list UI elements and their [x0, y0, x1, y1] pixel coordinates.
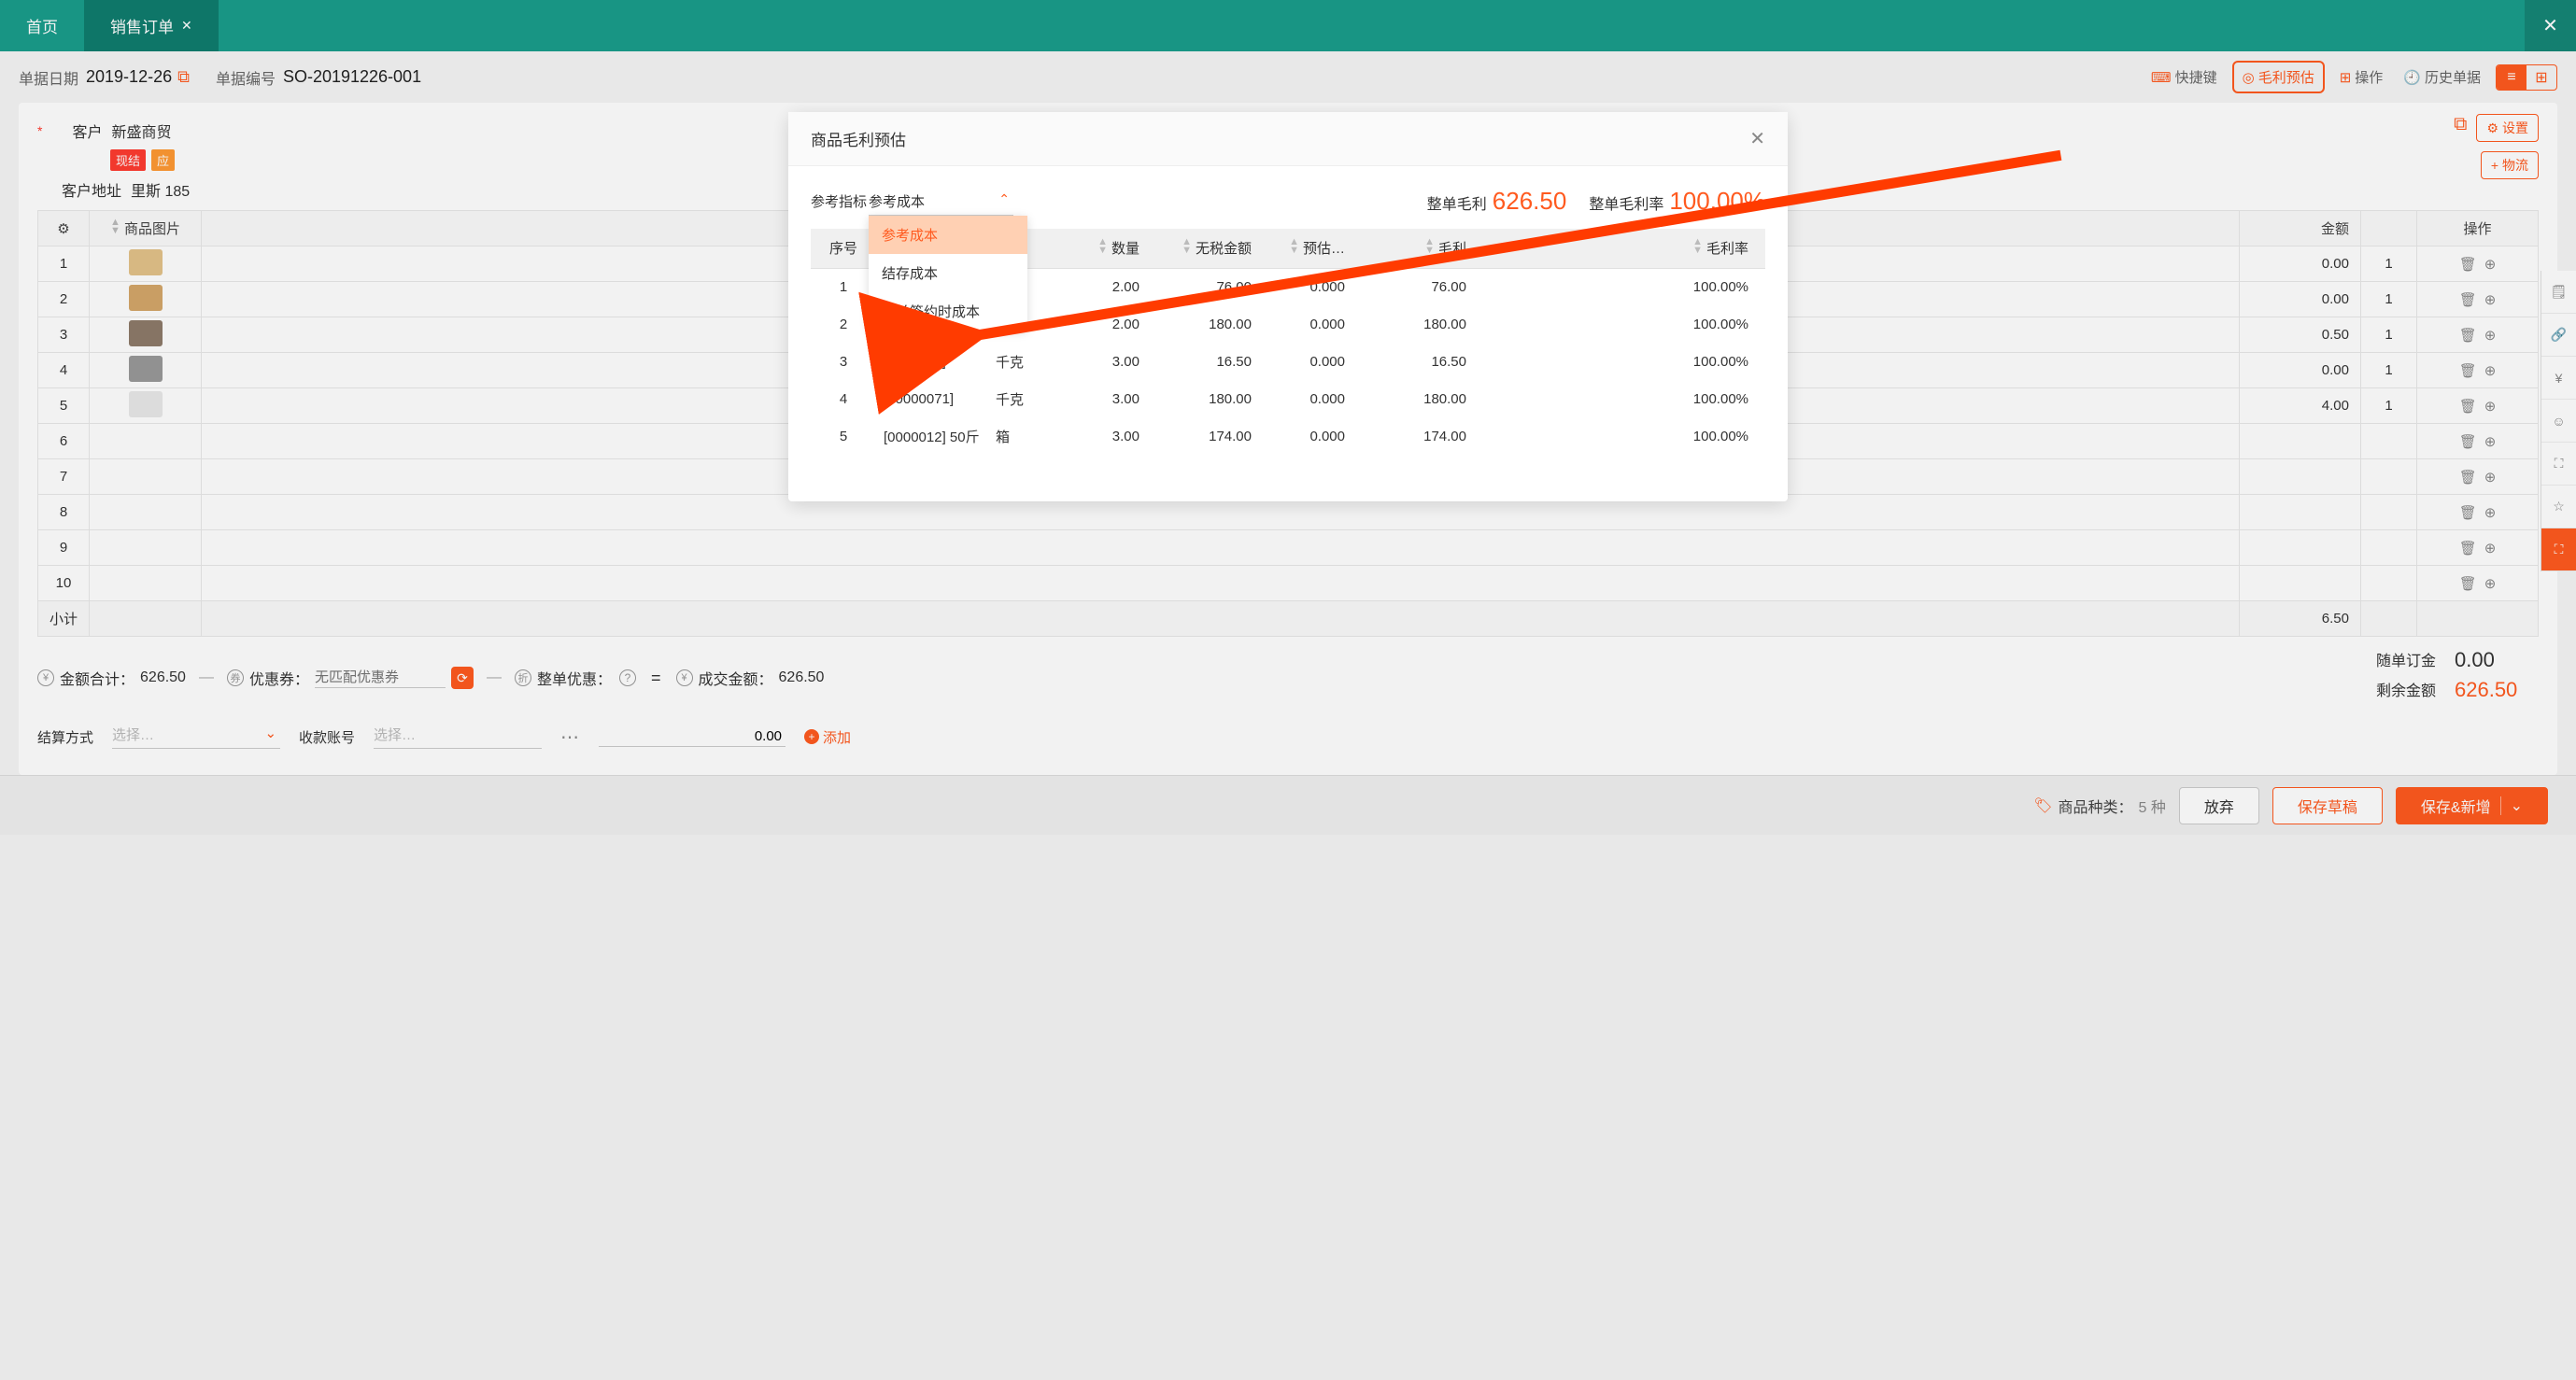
m-qty: 3.00: [1054, 343, 1156, 380]
m-est: 0.000: [1268, 343, 1362, 380]
total-rate-label: 整单毛利率: [1589, 197, 1663, 213]
m-idx: 2: [811, 305, 876, 343]
modal-backdrop[interactable]: 商品毛利预估 ✕ 参考指标 参考成本 ⌃ 参考成本 结存成本 订单签约时成本 整…: [0, 0, 2576, 1380]
m-est: 0.000: [1268, 305, 1362, 343]
m-name: [0000012] 50斤: [876, 417, 988, 455]
total-profit-value: 626.50: [1493, 187, 1567, 215]
sort-icon: [1289, 238, 1299, 255]
m-idx: 5: [811, 417, 876, 455]
table-row: 5[0000012] 50斤箱3.00174.000.000174.00100.…: [811, 417, 1765, 455]
m-amount: 16.50: [1156, 343, 1268, 380]
m-amount: 174.00: [1156, 417, 1268, 455]
dropdown-option[interactable]: 结存成本: [869, 254, 1027, 292]
total-profit-label: 整单毛利: [1427, 197, 1487, 213]
m-name: [0000007]: [876, 343, 988, 380]
m-rate: 100.00%: [1483, 305, 1765, 343]
m-profit: 180.00: [1362, 305, 1483, 343]
m-qty: 3.00: [1054, 380, 1156, 417]
m-profit: 180.00: [1362, 380, 1483, 417]
sort-icon: [1692, 238, 1703, 255]
sort-icon: [1424, 238, 1435, 255]
ref-indicator-dropdown: 参考成本 结存成本 订单签约时成本: [869, 216, 1027, 331]
m-rate: 100.00%: [1483, 268, 1765, 305]
m-idx: 1: [811, 268, 876, 305]
amount-header[interactable]: 无税金额: [1156, 229, 1268, 268]
m-profit: 16.50: [1362, 343, 1483, 380]
dropdown-option[interactable]: 订单签约时成本: [869, 292, 1027, 331]
m-est: 0.000: [1268, 268, 1362, 305]
m-profit: 174.00: [1362, 417, 1483, 455]
rate-header[interactable]: 毛利率: [1483, 229, 1765, 268]
m-rate: 100.00%: [1483, 417, 1765, 455]
chevron-up-icon: ⌃: [998, 191, 1010, 207]
m-unit: 箱: [988, 417, 1054, 455]
profit-modal: 商品毛利预估 ✕ 参考指标 参考成本 ⌃ 参考成本 结存成本 订单签约时成本 整…: [788, 112, 1788, 501]
m-est: 0.000: [1268, 380, 1362, 417]
m-unit: 千克: [988, 380, 1054, 417]
m-profit: 76.00: [1362, 268, 1483, 305]
m-rate: 100.00%: [1483, 343, 1765, 380]
m-qty: 2.00: [1054, 305, 1156, 343]
sort-icon: [1182, 238, 1192, 255]
est-header[interactable]: 预估…: [1268, 229, 1362, 268]
profit-header[interactable]: 毛利: [1362, 229, 1483, 268]
modal-title: 商品毛利预估: [811, 127, 906, 150]
total-rate-value: 100.00%: [1669, 187, 1765, 215]
m-qty: 2.00: [1054, 268, 1156, 305]
sort-icon: [1097, 238, 1108, 255]
table-row: 3[0000007]千克3.0016.500.00016.50100.00%: [811, 343, 1765, 380]
modal-close-button[interactable]: ✕: [1749, 127, 1765, 150]
dropdown-option[interactable]: 参考成本: [869, 216, 1027, 254]
ref-indicator-label: 参考指标: [811, 191, 867, 211]
m-idx: 3: [811, 343, 876, 380]
m-amount: 180.00: [1156, 305, 1268, 343]
m-amount: 180.00: [1156, 380, 1268, 417]
m-est: 0.000: [1268, 417, 1362, 455]
table-row: 4[00000071]千克3.00180.000.000180.00100.00…: [811, 380, 1765, 417]
m-unit: 千克: [988, 343, 1054, 380]
m-idx: 4: [811, 380, 876, 417]
m-amount: 76.00: [1156, 268, 1268, 305]
qty-header[interactable]: 数量: [1054, 229, 1156, 268]
ref-indicator-select[interactable]: 参考成本 ⌃ 参考成本 结存成本 订单签约时成本: [869, 188, 1013, 216]
m-qty: 3.00: [1054, 417, 1156, 455]
m-rate: 100.00%: [1483, 380, 1765, 417]
idx-header: 序号: [811, 229, 876, 268]
m-name: [00000071]: [876, 380, 988, 417]
